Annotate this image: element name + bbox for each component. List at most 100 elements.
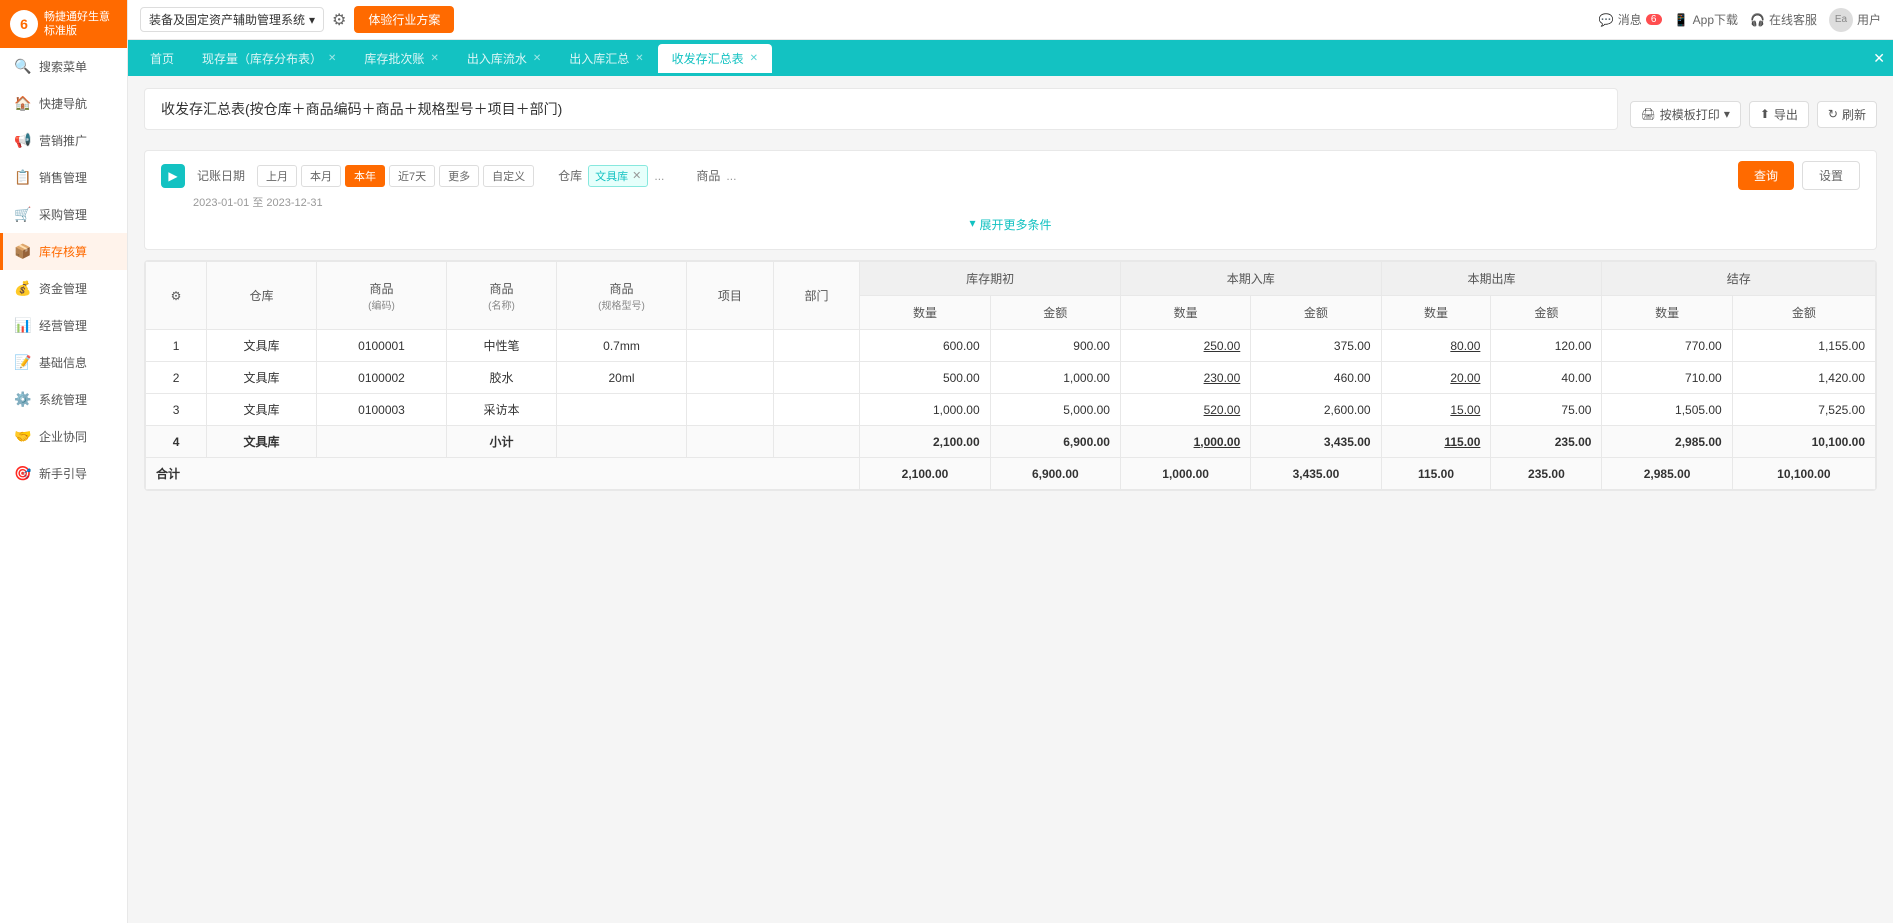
tab-batch[interactable]: 库存批次账 ✕ — [350, 44, 452, 73]
row-3-col-4 — [556, 426, 686, 458]
date-btn-custom[interactable]: 自定义 — [483, 165, 534, 187]
tab-inout-summary[interactable]: 出入库汇总✕ — [555, 44, 657, 73]
row-1-col-11[interactable]: 20.00 — [1381, 362, 1491, 394]
chevron-down-icon-print: ▾ — [1724, 107, 1730, 121]
date-btn-cur-year[interactable]: 本年 — [345, 165, 385, 187]
warehouse-more[interactable]: ... — [654, 169, 664, 183]
row-2-col-11[interactable]: 15.00 — [1381, 394, 1491, 426]
sidebar-item-marketing[interactable]: 📢营销推广 — [0, 122, 127, 159]
system-selector[interactable]: 装备及固定资产辅助管理系统 ▾ — [140, 7, 324, 32]
nav-icon-purchase: 🛒 — [15, 207, 31, 223]
link-row-3-col-9[interactable]: 1,000.00 — [1194, 435, 1241, 449]
sidebar-item-quicknav[interactable]: 🏠快捷导航 — [0, 85, 127, 122]
sidebar-item-guide[interactable]: 🎯新手引导 — [0, 455, 127, 492]
row-2-col-1: 文具库 — [207, 394, 317, 426]
sidebar-item-sales[interactable]: 📋销售管理 — [0, 159, 127, 196]
col-code: 商品(编码) — [316, 262, 446, 330]
col-group-open: 库存期初 — [860, 262, 1121, 296]
online-service-action[interactable]: 🎧 在线客服 — [1750, 11, 1817, 28]
tab-close-inout-summary[interactable]: ✕ — [635, 53, 643, 64]
refresh-button[interactable]: ↻ 刷新 — [1817, 101, 1877, 128]
sidebar-item-system[interactable]: ⚙️系统管理 — [0, 381, 127, 418]
col-settings[interactable]: ⚙ — [146, 262, 207, 330]
query-button[interactable]: 查询 — [1738, 161, 1794, 190]
table-header-row-1: ⚙ 仓库 商品(编码) 商品(名称) 商品(规格型号) 项目 部门 库存期初 本… — [146, 262, 1876, 296]
col-in-qty: 数量 — [1120, 296, 1250, 330]
tab-close-stock-dist[interactable]: ✕ — [328, 53, 336, 64]
trial-button[interactable]: 体验行业方案 — [354, 6, 454, 33]
user-action[interactable]: Ea 用户 — [1829, 8, 1881, 32]
row-2-col-10: 2,600.00 — [1251, 394, 1381, 426]
warehouse-tag[interactable]: 文具库 ✕ — [588, 165, 648, 187]
link-row-2-col-11[interactable]: 15.00 — [1450, 403, 1480, 417]
row-1-col-14: 1,420.00 — [1732, 362, 1875, 394]
link-row-3-col-11[interactable]: 115.00 — [1444, 435, 1480, 449]
print-label: 按模板打印 — [1660, 106, 1720, 123]
goods-more[interactable]: ... — [726, 169, 736, 183]
row-0-col-9[interactable]: 250.00 — [1120, 330, 1250, 362]
row-1-col-9[interactable]: 230.00 — [1120, 362, 1250, 394]
tab-label-batch: 库存批次账 — [364, 50, 424, 67]
tab-recv-send[interactable]: 收发存汇总表✕ — [658, 44, 772, 73]
row-1-col-4: 20ml — [556, 362, 686, 394]
expand-conditions-button[interactable]: ▾ 展开更多条件 — [161, 210, 1860, 239]
sidebar-item-label-finance: 资金管理 — [39, 280, 87, 297]
gear-icon[interactable]: ⚙ — [332, 10, 346, 30]
link-row-0-col-11[interactable]: 80.00 — [1450, 339, 1480, 353]
headset-icon: 🎧 — [1750, 13, 1765, 27]
date-btn-7days[interactable]: 近7天 — [389, 165, 435, 187]
table-row: 1文具库0100001中性笔0.7mm600.00900.00250.00375… — [146, 330, 1876, 362]
close-all-tabs-button[interactable]: ✕ — [1873, 50, 1885, 67]
content-area: 收发存汇总表(按仓库＋商品编码＋商品＋规格型号＋项目＋部门) 🖨 按模板打印 ▾… — [128, 76, 1893, 923]
sidebar-item-search[interactable]: 🔍搜索菜单 — [0, 48, 127, 85]
sidebar-item-inventory[interactable]: 📦库存核算 — [0, 233, 127, 270]
app-download-action[interactable]: 📱 App下载 — [1674, 11, 1738, 28]
date-btn-cur-month[interactable]: 本月 — [301, 165, 341, 187]
sidebar-item-enterprise[interactable]: 🤝企业协同 — [0, 418, 127, 455]
tab-close-recv-send[interactable]: ✕ — [750, 53, 758, 64]
link-row-1-col-9[interactable]: 230.00 — [1204, 371, 1241, 385]
row-2-col-5 — [687, 394, 774, 426]
row-2-col-0: 3 — [146, 394, 207, 426]
tab-stock-dist[interactable]: 现存量（库存分布表）✕ — [188, 44, 350, 73]
link-row-0-col-9[interactable]: 250.00 — [1204, 339, 1241, 353]
row-3-col-11[interactable]: 115.00 — [1381, 426, 1491, 458]
row-2-col-8: 5,000.00 — [990, 394, 1120, 426]
sidebar-item-label-sales: 销售管理 — [39, 169, 87, 186]
col-dept: 部门 — [773, 262, 860, 330]
row-3-col-9[interactable]: 1,000.00 — [1120, 426, 1250, 458]
date-btn-prev-month[interactable]: 上月 — [257, 165, 297, 187]
row-2-col-9[interactable]: 520.00 — [1120, 394, 1250, 426]
tab-close-inout-flow[interactable]: ✕ — [533, 53, 541, 64]
footer-bal-qty: 2,985.00 — [1602, 458, 1732, 490]
chevron-down-icon: ▾ — [309, 13, 315, 27]
tab-home[interactable]: 首页 — [136, 44, 188, 73]
col-bal-amt: 金额 — [1732, 296, 1875, 330]
online-service-label: 在线客服 — [1769, 11, 1817, 28]
filter-toggle-button[interactable]: ▶ — [161, 164, 185, 188]
sidebar-item-finance[interactable]: 💰资金管理 — [0, 270, 127, 307]
data-table: ⚙ 仓库 商品(编码) 商品(名称) 商品(规格型号) 项目 部门 库存期初 本… — [144, 260, 1877, 491]
date-btn-more[interactable]: 更多 — [439, 165, 479, 187]
sidebar-item-purchase[interactable]: 🛒采购管理 — [0, 196, 127, 233]
tab-inout-flow[interactable]: 出入库流水✕ — [453, 44, 555, 73]
export-button[interactable]: ⬆ 导出 — [1749, 101, 1809, 128]
link-row-2-col-9[interactable]: 520.00 — [1204, 403, 1241, 417]
sidebar-item-operations[interactable]: 📊经营管理 — [0, 307, 127, 344]
sidebar-item-basic[interactable]: 📝基础信息 — [0, 344, 127, 381]
link-row-1-col-11[interactable]: 20.00 — [1450, 371, 1480, 385]
col-project: 项目 — [687, 262, 774, 330]
row-0-col-11[interactable]: 80.00 — [1381, 330, 1491, 362]
settings-button[interactable]: 设置 — [1802, 161, 1860, 190]
message-action[interactable]: 💬 消息 6 — [1599, 11, 1662, 28]
row-0-col-5 — [687, 330, 774, 362]
sidebar-logo: 6 — [10, 10, 38, 38]
warehouse-tag-close[interactable]: ✕ — [632, 169, 641, 182]
row-3-col-12: 235.00 — [1491, 426, 1602, 458]
tab-close-batch[interactable]: ✕ — [430, 53, 438, 64]
col-spec: 商品(规格型号) — [556, 262, 686, 330]
footer-in-qty: 1,000.00 — [1120, 458, 1250, 490]
sidebar-item-label-enterprise: 企业协同 — [39, 428, 87, 445]
print-template-button[interactable]: 🖨 按模板打印 ▾ — [1630, 101, 1741, 128]
row-0-col-8: 900.00 — [990, 330, 1120, 362]
